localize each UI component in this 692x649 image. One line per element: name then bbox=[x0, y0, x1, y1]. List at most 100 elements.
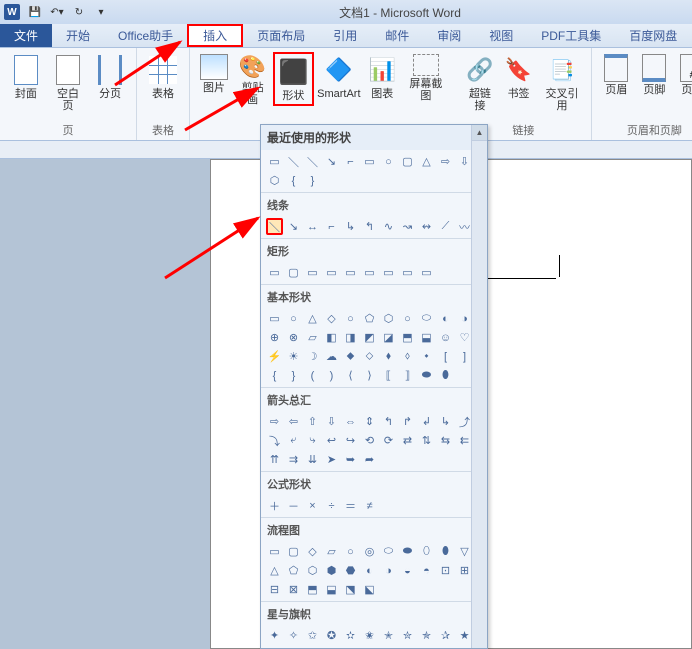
shape-item[interactable]: ✦ bbox=[266, 627, 283, 644]
shape-curve-arrow[interactable]: ↝ bbox=[399, 218, 416, 235]
shape-item[interactable]: ⟧ bbox=[399, 367, 416, 384]
shape-item[interactable]: ◩ bbox=[361, 329, 378, 346]
shape-hex[interactable]: ⬡ bbox=[266, 172, 283, 189]
shape-item[interactable]: ⤶ bbox=[285, 432, 302, 449]
shape-item[interactable]: ○ bbox=[342, 310, 359, 327]
shape-item[interactable]: ➤ bbox=[323, 451, 340, 468]
shape-item[interactable]: ✧ bbox=[285, 627, 302, 644]
shape-item[interactable]: ⟦ bbox=[380, 367, 397, 384]
shape-item[interactable]: ✫ bbox=[342, 627, 359, 644]
dropdown-scrollbar[interactable]: ▲ bbox=[471, 125, 487, 648]
shape-item[interactable]: ○ bbox=[285, 310, 302, 327]
shape-item[interactable]: ⇄ bbox=[399, 432, 416, 449]
scroll-up-icon[interactable]: ▲ bbox=[472, 125, 487, 141]
shape-r2[interactable]: ▢ bbox=[285, 264, 302, 281]
shape-curve-double[interactable]: ↭ bbox=[418, 218, 435, 235]
shape-item[interactable]: ⇨ bbox=[266, 413, 283, 430]
shape-item[interactable]: ⇈ bbox=[266, 451, 283, 468]
shape-item[interactable]: ▱ bbox=[323, 543, 340, 560]
shape-item[interactable]: ◑ bbox=[380, 562, 397, 579]
table-button[interactable]: 表格 bbox=[143, 52, 183, 102]
shape-rrect[interactable]: ▢ bbox=[399, 153, 416, 170]
shape-r3[interactable]: ▭ bbox=[304, 264, 321, 281]
shape-item[interactable]: △ bbox=[304, 310, 321, 327]
shape-item[interactable]: ⟳ bbox=[380, 432, 397, 449]
shape-item[interactable]: ⤵ bbox=[266, 432, 283, 449]
shape-item[interactable]: ⬒ bbox=[399, 329, 416, 346]
shape-item[interactable]: ✪ bbox=[323, 627, 340, 644]
tab-home[interactable]: 开始 bbox=[52, 24, 104, 47]
shape-r8[interactable]: ▭ bbox=[399, 264, 416, 281]
shape-item[interactable]: ◒ bbox=[399, 562, 416, 579]
picture-button[interactable]: 图片 bbox=[196, 52, 232, 96]
shape-lbrace[interactable]: { bbox=[285, 172, 302, 189]
shape-item[interactable]: ◪ bbox=[380, 329, 397, 346]
shape-item[interactable]: ⤷ bbox=[304, 432, 321, 449]
shape-item[interactable]: ⬓ bbox=[418, 329, 435, 346]
shape-item[interactable]: ⇕ bbox=[361, 413, 378, 430]
shape-line2[interactable]: ＼ bbox=[304, 153, 321, 170]
shape-item[interactable]: ✰ bbox=[437, 627, 454, 644]
hyperlink-button[interactable]: 🔗超链接 bbox=[461, 52, 498, 114]
redo-icon[interactable]: ↻ bbox=[70, 3, 88, 21]
shape-item[interactable]: ◧ bbox=[323, 329, 340, 346]
shape-item[interactable]: ▭ bbox=[266, 310, 283, 327]
shape-curve[interactable]: ∿ bbox=[380, 218, 397, 235]
shapes-button[interactable]: ⬛形状 bbox=[273, 52, 313, 106]
shape-item[interactable]: ↳ bbox=[437, 413, 454, 430]
shape-mult[interactable]: × bbox=[304, 497, 321, 514]
shape-item[interactable]: ⬠ bbox=[361, 310, 378, 327]
shape-connector[interactable]: ⌐ bbox=[342, 153, 359, 170]
shape-item[interactable]: ⬠ bbox=[285, 562, 302, 579]
shape-item[interactable]: ↲ bbox=[418, 413, 435, 430]
shape-item[interactable]: ⬕ bbox=[361, 581, 378, 598]
shape-item[interactable]: } bbox=[285, 367, 302, 384]
tab-mailings[interactable]: 邮件 bbox=[371, 24, 423, 47]
shape-item[interactable]: ⇆ bbox=[437, 432, 454, 449]
shape-item[interactable]: ◐ bbox=[437, 310, 454, 327]
shape-item[interactable]: ↱ bbox=[399, 413, 416, 430]
shape-eq[interactable]: ＝ bbox=[342, 497, 359, 514]
shape-item[interactable]: ⊟ bbox=[266, 581, 283, 598]
shape-line-double[interactable]: ↔ bbox=[304, 218, 321, 235]
clipart-button[interactable]: 🎨剪贴画 bbox=[234, 52, 271, 108]
shape-item[interactable]: ⇧ bbox=[304, 413, 321, 430]
shape-item[interactable]: △ bbox=[266, 562, 283, 579]
tab-page-layout[interactable]: 页面布局 bbox=[243, 24, 319, 47]
bookmark-button[interactable]: 🔖书签 bbox=[500, 52, 536, 102]
shape-rect[interactable]: ▭ bbox=[361, 153, 378, 170]
shape-item[interactable]: ⬯ bbox=[418, 543, 435, 560]
save-icon[interactable]: 💾 bbox=[26, 3, 44, 21]
shape-neq[interactable]: ≠ bbox=[361, 497, 378, 514]
shape-item[interactable]: ➥ bbox=[342, 451, 359, 468]
shape-item[interactable]: ⬬ bbox=[418, 367, 435, 384]
shape-item[interactable]: ▭ bbox=[266, 543, 283, 560]
tab-pdf-tools[interactable]: PDF工具集 bbox=[527, 24, 615, 47]
shape-item[interactable]: ⬮ bbox=[437, 543, 454, 560]
shape-item[interactable]: ⬢ bbox=[323, 562, 340, 579]
shape-item[interactable]: ⬭ bbox=[418, 310, 435, 327]
shape-item[interactable]: ⇉ bbox=[285, 451, 302, 468]
blank-page-button[interactable]: 空白页 bbox=[48, 52, 89, 114]
shape-r4[interactable]: ▭ bbox=[323, 264, 340, 281]
shape-item[interactable]: ⊡ bbox=[437, 562, 454, 579]
shape-item[interactable]: ☀ bbox=[285, 348, 302, 365]
shape-item[interactable]: ◨ bbox=[342, 329, 359, 346]
shape-item[interactable]: ⬔ bbox=[342, 581, 359, 598]
shape-item[interactable]: ☽ bbox=[304, 348, 321, 365]
shape-item[interactable]: ○ bbox=[399, 310, 416, 327]
shape-item[interactable]: ⊠ bbox=[285, 581, 302, 598]
shape-item[interactable]: ▱ bbox=[304, 329, 321, 346]
qat-customize-icon[interactable]: ▾ bbox=[92, 3, 110, 21]
shape-item[interactable]: [ bbox=[437, 348, 454, 365]
shape-item[interactable]: ⇅ bbox=[418, 432, 435, 449]
shape-line[interactable]: ＼ bbox=[285, 153, 302, 170]
shape-minus[interactable]: － bbox=[285, 497, 302, 514]
shape-item[interactable]: ⬨ bbox=[399, 348, 416, 365]
shape-tri[interactable]: △ bbox=[418, 153, 435, 170]
shape-item[interactable]: ⇔ bbox=[342, 413, 359, 430]
shape-r1[interactable]: ▭ bbox=[266, 264, 283, 281]
shape-textbox[interactable]: ▭ bbox=[266, 153, 283, 170]
crossref-button[interactable]: 📑交叉引用 bbox=[539, 52, 586, 114]
shape-item[interactable]: ☺ bbox=[437, 329, 454, 346]
